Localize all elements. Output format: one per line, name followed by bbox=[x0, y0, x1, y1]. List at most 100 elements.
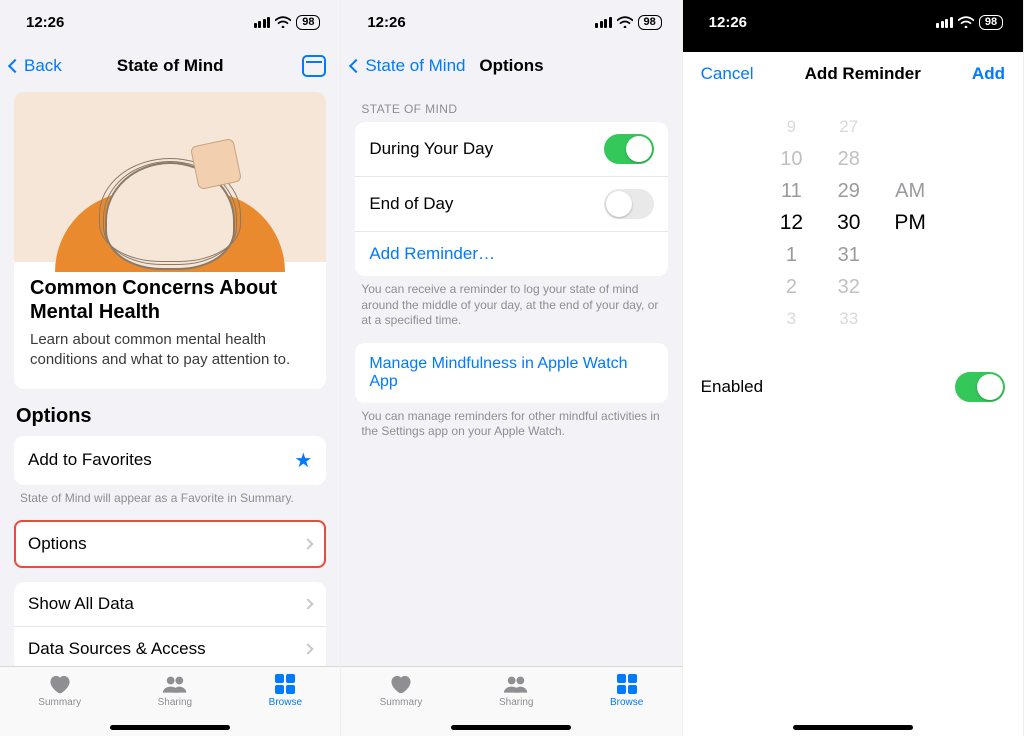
content-area: Common Concerns About Mental Health Lear… bbox=[0, 88, 340, 666]
manage-watch-label: Manage Mindfulness in Apple Watch App bbox=[369, 355, 653, 391]
star-icon: ★ bbox=[294, 448, 312, 473]
ampm-column[interactable]: AM PM bbox=[894, 114, 926, 332]
tab-browse-label: Browse bbox=[610, 697, 643, 708]
during-day-label: During Your Day bbox=[369, 139, 493, 159]
add-favorites-label: Add to Favorites bbox=[28, 450, 152, 470]
status-bar: 12:26 98 bbox=[341, 0, 681, 44]
enabled-row: Enabled bbox=[683, 358, 1023, 416]
back-button[interactable]: State of Mind bbox=[351, 56, 465, 76]
heart-icon bbox=[388, 673, 414, 695]
status-bar: 12:26 98 bbox=[683, 0, 1023, 44]
battery-indicator: 98 bbox=[638, 15, 662, 30]
cellular-icon bbox=[936, 17, 953, 28]
data-sources-label: Data Sources & Access bbox=[28, 639, 206, 659]
back-button[interactable]: Back bbox=[10, 56, 62, 76]
screen-add-reminder: 12:26 98 Cancel Add Reminder Add 9 10 11… bbox=[683, 0, 1024, 736]
tab-browse[interactable]: Browse bbox=[269, 673, 302, 708]
screen-options: 12:26 98 State of Mind Options STATE OF … bbox=[341, 0, 682, 736]
show-all-data-label: Show All Data bbox=[28, 594, 134, 614]
status-indicators: 98 bbox=[936, 15, 1003, 30]
chevron-left-icon bbox=[8, 59, 22, 73]
add-favorites-row[interactable]: Add to Favorites ★ bbox=[14, 436, 326, 485]
nav-bar: Back State of Mind bbox=[0, 44, 340, 88]
status-bar: 12:26 98 bbox=[0, 0, 340, 44]
hour-column[interactable]: 9 10 11 12 1 2 3 bbox=[780, 114, 803, 332]
add-reminder-row[interactable]: Add Reminder… bbox=[355, 231, 667, 276]
grid-icon bbox=[272, 673, 298, 695]
reminder-list: During Your Day End of Day Add Reminder… bbox=[355, 122, 667, 276]
end-of-day-label: End of Day bbox=[369, 194, 453, 214]
end-of-day-row[interactable]: End of Day bbox=[355, 176, 667, 231]
watch-list: Manage Mindfulness in Apple Watch App bbox=[355, 343, 667, 403]
options-header: Options bbox=[16, 405, 324, 428]
tab-summary-label: Summary bbox=[380, 697, 423, 708]
status-indicators: 98 bbox=[595, 15, 662, 30]
minute-column[interactable]: 27 28 29 30 31 32 33 bbox=[837, 114, 860, 332]
grid-icon bbox=[614, 673, 640, 695]
hero-subtitle: Learn about common mental health conditi… bbox=[30, 330, 310, 371]
hero-illustration bbox=[14, 92, 326, 262]
cellular-icon bbox=[254, 17, 271, 28]
cancel-button[interactable]: Cancel bbox=[701, 64, 754, 84]
add-reminder-label: Add Reminder… bbox=[369, 244, 495, 264]
during-day-toggle[interactable] bbox=[604, 134, 654, 164]
tab-summary[interactable]: Summary bbox=[38, 673, 81, 708]
tab-sharing-label: Sharing bbox=[499, 697, 533, 708]
favorites-footnote: State of Mind will appear as a Favorite … bbox=[20, 491, 320, 507]
options-highlight: Options bbox=[14, 520, 326, 568]
chevron-left-icon bbox=[349, 59, 363, 73]
people-icon bbox=[162, 673, 188, 695]
content-area: STATE OF MIND During Your Day End of Day… bbox=[341, 88, 681, 666]
home-indicator bbox=[110, 725, 230, 730]
page-title: State of Mind bbox=[117, 56, 224, 76]
time-picker[interactable]: 9 10 11 12 1 2 3 27 28 29 30 31 32 33 AM bbox=[683, 96, 1023, 358]
home-indicator bbox=[793, 725, 913, 730]
chevron-right-icon bbox=[303, 538, 314, 549]
chevron-right-icon bbox=[303, 643, 314, 654]
manage-watch-row[interactable]: Manage Mindfulness in Apple Watch App bbox=[355, 343, 667, 403]
enabled-label: Enabled bbox=[701, 377, 763, 397]
during-day-row[interactable]: During Your Day bbox=[355, 122, 667, 176]
back-label: Back bbox=[24, 56, 62, 76]
group-header: STATE OF MIND bbox=[361, 102, 661, 116]
heart-icon bbox=[47, 673, 73, 695]
chevron-right-icon bbox=[303, 598, 314, 609]
tab-sharing[interactable]: Sharing bbox=[158, 673, 192, 708]
watch-footnote: You can manage reminders for other mindf… bbox=[361, 409, 661, 440]
tab-sharing[interactable]: Sharing bbox=[499, 673, 533, 708]
tab-browse[interactable]: Browse bbox=[610, 673, 643, 708]
nav-bar: State of Mind Options bbox=[341, 44, 681, 88]
end-of-day-toggle[interactable] bbox=[604, 189, 654, 219]
status-indicators: 98 bbox=[254, 15, 321, 30]
hero-card[interactable]: Common Concerns About Mental Health Lear… bbox=[14, 92, 326, 389]
back-label: State of Mind bbox=[365, 56, 465, 76]
sheet-title: Add Reminder bbox=[805, 64, 921, 84]
wifi-icon bbox=[958, 16, 974, 28]
favorites-list: Add to Favorites ★ bbox=[14, 436, 326, 485]
reminder-footnote: You can receive a reminder to log your s… bbox=[361, 282, 661, 329]
wifi-icon bbox=[275, 16, 291, 28]
battery-indicator: 98 bbox=[979, 15, 1003, 30]
calendar-button[interactable] bbox=[302, 55, 326, 77]
screen-state-of-mind: 12:26 98 Back State of Mind Common Conce… bbox=[0, 0, 341, 736]
tab-sharing-label: Sharing bbox=[158, 697, 192, 708]
tab-browse-label: Browse bbox=[269, 697, 302, 708]
enabled-toggle[interactable] bbox=[955, 372, 1005, 402]
hero-title: Common Concerns About Mental Health bbox=[30, 276, 310, 324]
cellular-icon bbox=[595, 17, 612, 28]
page-title: Options bbox=[479, 56, 543, 76]
status-time: 12:26 bbox=[26, 14, 64, 31]
tab-summary[interactable]: Summary bbox=[380, 673, 423, 708]
sheet-header: Cancel Add Reminder Add bbox=[683, 52, 1023, 96]
data-list: Show All Data Data Sources & Access bbox=[14, 582, 326, 666]
add-button[interactable]: Add bbox=[972, 64, 1005, 84]
wifi-icon bbox=[617, 16, 633, 28]
show-all-data-row[interactable]: Show All Data bbox=[14, 582, 326, 626]
calendar-icon bbox=[302, 55, 326, 77]
options-label: Options bbox=[28, 534, 87, 554]
status-time: 12:26 bbox=[367, 14, 405, 31]
home-indicator bbox=[451, 725, 571, 730]
data-sources-row[interactable]: Data Sources & Access bbox=[14, 626, 326, 666]
people-icon bbox=[503, 673, 529, 695]
options-row[interactable]: Options bbox=[16, 522, 324, 566]
